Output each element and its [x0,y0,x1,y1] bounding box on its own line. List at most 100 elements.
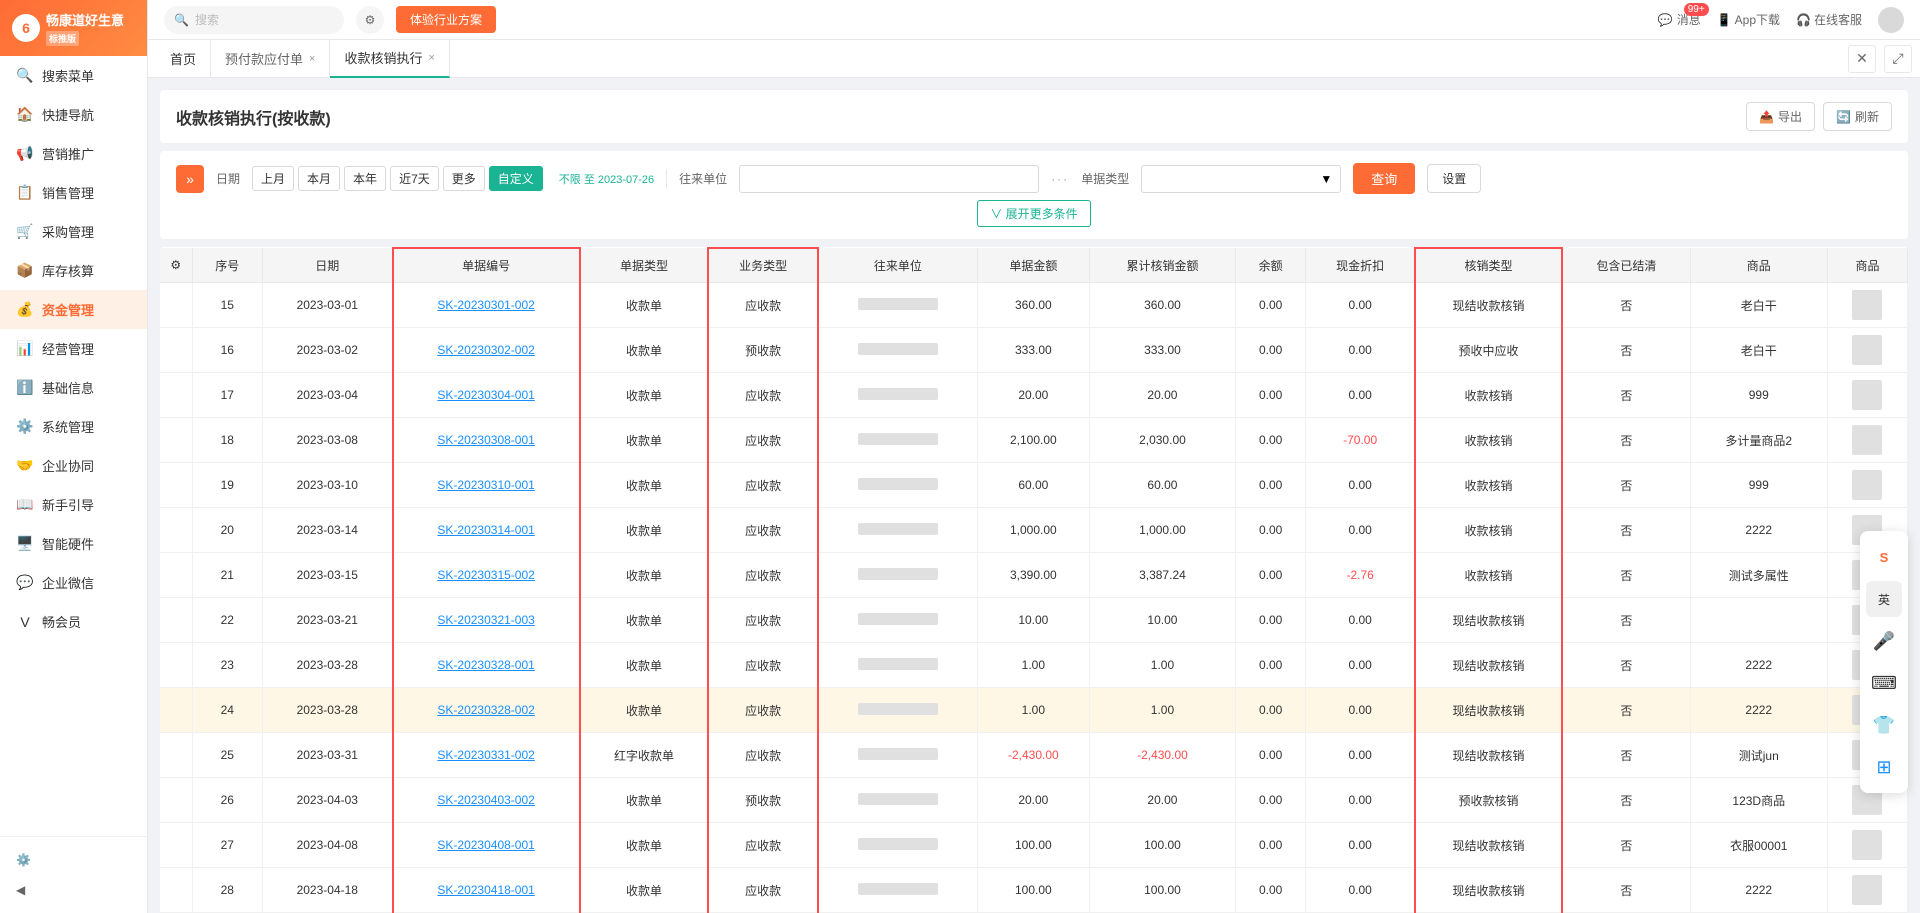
topbar-gear-btn[interactable]: ⚙ [356,6,384,34]
more-filters-dots[interactable]: ··· [1051,172,1069,186]
sidebar-item-finance[interactable]: 💰资金管理 [0,290,147,329]
float-keyboard-btn[interactable]: ⌨ [1866,665,1902,701]
sidebar: 6 畅康道好生意 标推版 🔍搜索菜单🏠快捷导航📢营销推广📋销售管理🛒采购管理📦库… [0,0,148,913]
finance-icon: 💰 [16,301,34,319]
cell-num: 17 [192,373,263,418]
doc-no-link[interactable]: SK-20230408-001 [437,838,534,852]
cell-doc-no: SK-20230321-003 [393,598,580,643]
cell-doc-no: SK-20230304-001 [393,373,580,418]
doc-no-link[interactable]: SK-20230308-001 [437,433,534,447]
date-custom-btn[interactable]: 自定义 [489,166,543,191]
sidebar-item-purchase[interactable]: 🛒采购管理 [0,212,147,251]
date-last-month-btn[interactable]: 上月 [252,166,294,191]
cell-date: 2023-03-21 [263,598,393,643]
tab-close-prepay[interactable]: × [309,53,315,65]
tab-close-btn[interactable]: ✕ [1848,45,1876,73]
doc-no-link[interactable]: SK-20230328-001 [437,658,534,672]
sidebar-item-inventory[interactable]: 📦库存核算 [0,251,147,290]
export-button[interactable]: 📤 导出 [1746,102,1815,131]
cell-doc-no: SK-20230308-001 [393,418,580,463]
sidebar-item-guide[interactable]: 📖新手引导 [0,485,147,524]
date-this-year-btn[interactable]: 本年 [344,166,386,191]
date-this-month-btn[interactable]: 本月 [298,166,340,191]
float-english-btn[interactable]: 英 [1866,581,1902,617]
cell-include-clear: 否 [1562,418,1690,463]
cell-doc-type: 收款单 [580,328,709,373]
sidebar-item-vip[interactable]: V畅会员 [0,602,147,641]
cell-biz-type: 预收款 [708,328,818,373]
float-shirt-btn[interactable]: 👕 [1866,707,1902,743]
doc-no-link[interactable]: SK-20230315-002 [437,568,534,582]
sidebar-item-operation[interactable]: 📊经营管理 [0,329,147,368]
cell-cum-amount: 60.00 [1090,463,1236,508]
doc-type-select[interactable]: ▼ [1141,165,1341,193]
cell-balance: 0.00 [1235,778,1306,823]
cell-date: 2023-03-28 [263,643,393,688]
float-grid-btn[interactable]: ⊞ [1866,749,1902,785]
sidebar-logo: 6 畅康道好生意 标推版 [0,0,147,56]
cell-discount: 0.00 [1306,643,1415,688]
sidebar-item-wechat[interactable]: 💬企业微信 [0,563,147,602]
sidebar-item-search[interactable]: 🔍搜索菜单 [0,56,147,95]
app-download-btn[interactable]: 📱 App下载 [1717,11,1780,28]
partner-input[interactable] [739,165,1039,193]
cell-doc-type: 收款单 [580,373,709,418]
sidebar-item-marketing[interactable]: 📢营销推广 [0,134,147,173]
cell-biz-type: 应收款 [708,463,818,508]
sidebar-collapse[interactable]: ◀ [0,875,147,905]
tab-expand-btn[interactable]: ⤢ [1884,45,1912,73]
tab-home[interactable]: 首页 [156,40,211,78]
cell-balance: 0.00 [1235,418,1306,463]
user-avatar[interactable] [1878,7,1904,33]
cell-gear [160,688,192,733]
sidebar-item-enterprise[interactable]: 🤝企业协同 [0,446,147,485]
cell-goods: 2222 [1690,868,1827,913]
sidebar-item-system[interactable]: ⚙️系统管理 [0,407,147,446]
doc-no-link[interactable]: SK-20230321-003 [437,613,534,627]
float-mic-btn[interactable]: 🎤 [1866,623,1902,659]
cell-goods: 123D商品 [1690,778,1827,823]
sidebar-label-operation: 经营管理 [42,339,94,358]
doc-no-link[interactable]: SK-20230314-001 [437,523,534,537]
tab-prepay[interactable]: 预付款应付单× [211,40,330,78]
sidebar-item-quick-nav[interactable]: 🏠快捷导航 [0,95,147,134]
filter-expand-btn[interactable]: » [176,165,204,193]
cell-gear [160,553,192,598]
date-more-btn[interactable]: 更多 [443,166,485,191]
sidebar-label-basic: 基础信息 [42,378,94,397]
sidebar-item-basic[interactable]: ℹ️基础信息 [0,368,147,407]
expand-more-btn[interactable]: ∨ 展开更多条件 [977,200,1090,227]
tab-receive[interactable]: 收款核销执行× [330,40,449,78]
online-service-btn[interactable]: 🎧 在线客服 [1796,11,1862,28]
filter-second-row: ∨ 展开更多条件 [176,200,1892,227]
cell-date: 2023-04-03 [263,778,393,823]
guide-icon: 📖 [16,496,34,514]
setting-button[interactable]: 设置 [1427,164,1481,193]
cell-biz-type: 应收款 [708,688,818,733]
topbar-search-box[interactable]: 🔍 搜索 [164,6,344,34]
cell-doc-amount: 100.00 [977,823,1089,868]
query-button[interactable]: 查询 [1353,163,1415,194]
doc-no-link[interactable]: SK-20230301-002 [437,298,534,312]
doc-no-link[interactable]: SK-20230328-002 [437,703,534,717]
message-btn[interactable]: 💬 消息 99+ [1658,11,1701,28]
tab-close-receive[interactable]: × [428,52,434,64]
sidebar-item-sales[interactable]: 📋销售管理 [0,173,147,212]
cell-include-clear: 否 [1562,508,1690,553]
date-range-display: 不限 至 2023-07-26 [559,171,654,187]
cell-doc-no: SK-20230331-002 [393,733,580,778]
doc-no-link[interactable]: SK-20230418-001 [437,883,534,897]
cell-goods [1690,598,1827,643]
doc-no-link[interactable]: SK-20230403-002 [437,793,534,807]
sidebar-item-hardware[interactable]: 🖥️智能硬件 [0,524,147,563]
solution-button[interactable]: 体验行业方案 [396,6,496,33]
sidebar-settings[interactable]: ⚙️ [0,845,147,875]
col-gear[interactable]: ⚙ [160,248,192,283]
refresh-button[interactable]: 🔄 刷新 [1823,102,1892,131]
doc-no-link[interactable]: SK-20230302-002 [437,343,534,357]
doc-no-link[interactable]: SK-20230310-001 [437,478,534,492]
date-7days-btn[interactable]: 近7天 [390,166,439,191]
cell-discount: 0.00 [1306,733,1415,778]
doc-no-link[interactable]: SK-20230304-001 [437,388,534,402]
doc-no-link[interactable]: SK-20230331-002 [437,748,534,762]
